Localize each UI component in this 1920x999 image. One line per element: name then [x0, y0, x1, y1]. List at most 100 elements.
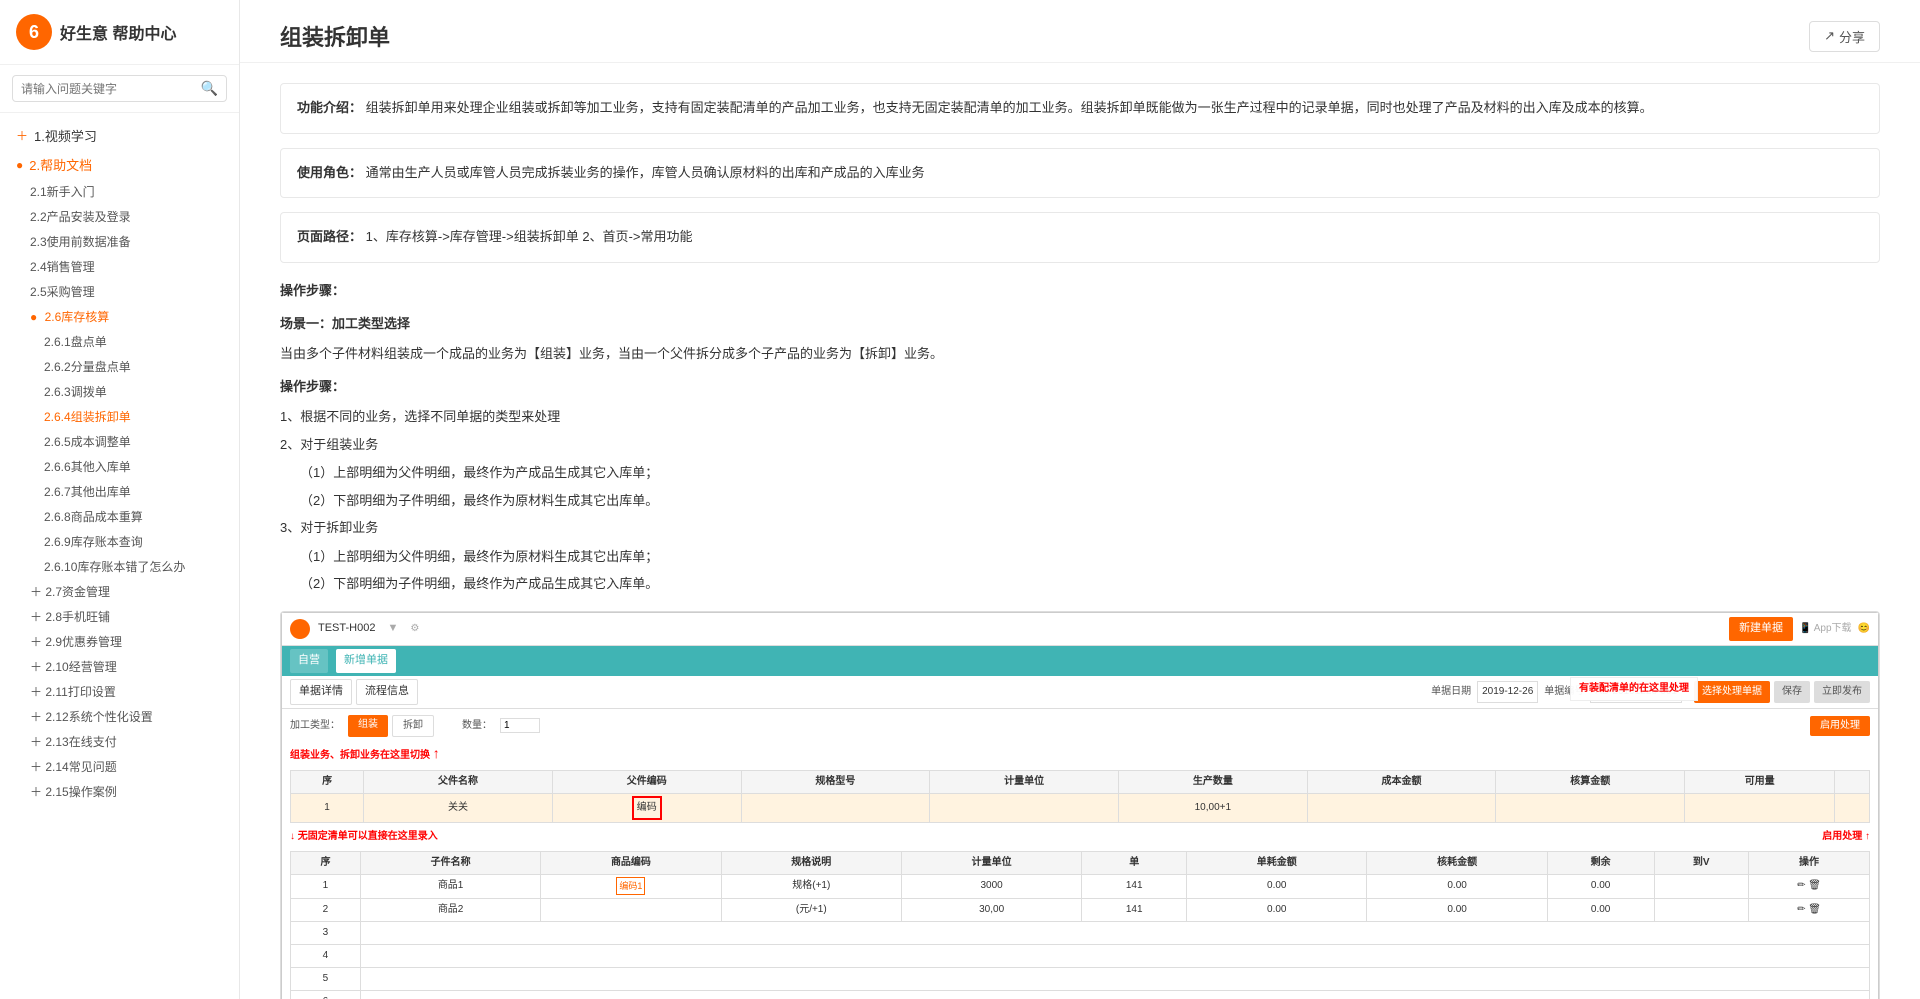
share-icon: ↗	[1824, 28, 1835, 44]
plus-icon-3: ＋	[30, 610, 42, 624]
sidebar-item-custom[interactable]: ＋ 2.12系统个性化设置	[0, 704, 239, 729]
mock-disassemble-btn[interactable]: 拆卸	[392, 715, 434, 737]
mock-child-annotation-area: ↓ 无固定清单可以直接在这里录入 启用处理 ↑	[290, 827, 1870, 847]
mock-single-date-label: 单据日期	[1431, 683, 1471, 701]
sidebar-item-cost-adjust[interactable]: 2.6.5成本调整单	[0, 429, 239, 454]
brand-name: 好生意 帮助中心	[60, 20, 176, 44]
search-input[interactable]	[21, 82, 201, 96]
mock-col-available: 可用量	[1685, 770, 1835, 793]
plus-icon-2: ＋	[30, 585, 42, 599]
sidebar-item-ops[interactable]: ＋ 2.10经营管理	[0, 654, 239, 679]
mock-type-select: 组装 拆卸	[348, 715, 434, 737]
sidebar-item-install[interactable]: 2.2产品安装及登录	[0, 204, 239, 229]
ops-steps-title: 操作步骤：	[280, 375, 1880, 398]
mock-col-calc: 核算金额	[1496, 770, 1685, 793]
annotation-no-fixed: ↓ 无固定清单可以直接在这里录入	[290, 827, 1822, 847]
func-intro-block: 功能介绍： 组装拆卸单用来处理企业组装或拆卸等加工业务，支持有固定装配清单的产品…	[280, 83, 1880, 134]
mock-ui: TEST-H002 ▼ ⚙ 新建单据 📱 App下载 😊 自营 新增单据	[281, 612, 1879, 999]
sidebar-item-coupon[interactable]: ＋ 2.9优惠券管理	[0, 629, 239, 654]
share-button[interactable]: ↗ 分享	[1809, 21, 1880, 52]
article-content: 功能介绍： 组装拆卸单用来处理企业组装或拆卸等加工业务，支持有固定装配清单的产品…	[240, 63, 1920, 999]
annotation-enable: 启用处理 ↑	[1822, 827, 1870, 847]
mock-company: TEST-H002	[318, 619, 375, 639]
mock-doc-id-value: AD-20191226-001	[1590, 681, 1682, 703]
mock-app-logo	[290, 619, 310, 639]
sidebar-item-help-docs[interactable]: ● 2.帮助文档	[0, 150, 239, 179]
path-block: 页面路径： 1、库存核算->库存管理->组装拆卸单 2、首页->常用功能	[280, 212, 1880, 263]
mock-sub-tab-flow[interactable]: 流程信息	[356, 679, 418, 705]
sidebar-item-partial-stocktake[interactable]: 2.6.2分量盘点单	[0, 354, 239, 379]
role-text: 通常由生产人员或库管人员完成拆装业务的操作，库管人员确认原材料的出库和产成品的入…	[366, 165, 925, 180]
mock-parent-area: 组装业务、拆卸业务在这里切换 ↑	[290, 741, 1870, 766]
table-row: 1 商品1 编码1 规格(+1) 3000 141 0.00 0.00 0.00	[291, 874, 1870, 898]
search-icon[interactable]: 🔍	[201, 80, 218, 97]
mock-col-spec: 规格型号	[741, 770, 930, 793]
sidebar-item-print[interactable]: ＋ 2.11打印设置	[0, 679, 239, 704]
mock-parent-table: 序 父件名称 父件编码 规格型号 计量单位 生产数量 成本金额 核算金额 可用量	[290, 770, 1870, 823]
mock-qty-input[interactable]	[500, 718, 540, 733]
sidebar-item-purchase[interactable]: 2.5采购管理	[0, 279, 239, 304]
mock-type-label: 加工类型：	[290, 717, 340, 735]
func-intro-label: 功能介绍：	[297, 100, 362, 115]
mock-publish-btn[interactable]: 立即发布	[1814, 681, 1870, 703]
plus-icon-9: ＋	[30, 760, 42, 774]
sidebar-item-assembly[interactable]: 2.6.4组装拆卸单	[0, 404, 239, 429]
step2-1: （1）上部明细为父件明细，最终作为产成品生成其它入库单；	[300, 461, 1880, 484]
mock-tab-new-doc[interactable]: 新增单据	[336, 649, 396, 673]
sidebar-item-mobile[interactable]: ＋ 2.8手机旺铺	[0, 604, 239, 629]
mock-new-doc-btn[interactable]: 新建单据	[1729, 617, 1793, 641]
table-row: 3	[291, 921, 1870, 944]
logo-area: 6 好生意 帮助中心	[0, 0, 239, 65]
sidebar-item-transfer[interactable]: 2.6.3调拨单	[0, 379, 239, 404]
table-row: 4	[291, 944, 1870, 967]
plus-icon-8: ＋	[30, 735, 42, 749]
sidebar-item-faq[interactable]: ＋ 2.14常见问题	[0, 754, 239, 779]
sidebar-item-other-out[interactable]: 2.6.7其他出库单	[0, 479, 239, 504]
mock-col-cost: 成本金额	[1307, 770, 1496, 793]
step1: 1、根据不同的业务，选择不同单据的类型来处理	[280, 405, 1880, 428]
mock-save-btn[interactable]: 保存	[1774, 681, 1810, 703]
sidebar-item-inventory[interactable]: ● 2.6库存核算	[0, 304, 239, 329]
mock-col-action	[1835, 770, 1870, 793]
sidebar-item-cases[interactable]: ＋ 2.15操作案例	[0, 779, 239, 804]
mock-assemble-btn[interactable]: 组装	[348, 715, 388, 737]
mock-sub-tab-detail[interactable]: 单据详情	[290, 679, 352, 705]
table-row: 5	[291, 967, 1870, 990]
app-logo: 6	[16, 14, 52, 50]
mock-col-parent-name: 父件名称	[364, 770, 553, 793]
sidebar-item-sales[interactable]: 2.4销售管理	[0, 254, 239, 279]
mock-top-bar: TEST-H002 ▼ ⚙ 新建单据 📱 App下载 😊	[282, 613, 1878, 646]
path-label: 页面路径：	[297, 229, 362, 244]
nav-tree: ＋ 1.视频学习 ● 2.帮助文档 2.1新手入门 2.2产品安装及登录 2.3…	[0, 113, 239, 999]
table-row: 2 商品2 (元/+1) 30,00 141 0.00 0.00 0.00	[291, 898, 1870, 921]
sidebar-item-video-learning[interactable]: ＋ 1.视频学习	[0, 121, 239, 150]
mock-tab-self[interactable]: 自营	[290, 649, 328, 673]
search-area: 🔍	[0, 65, 239, 113]
scene1-title: 场景一：加工类型选择	[280, 312, 1880, 335]
sidebar-item-data-prep[interactable]: 2.3使用前数据准备	[0, 229, 239, 254]
plus-icon-5: ＋	[30, 660, 42, 674]
mock-process-btn[interactable]: 选择处理单据	[1694, 681, 1770, 703]
sidebar: 6 好生意 帮助中心 🔍 ＋ 1.视频学习 ● 2.帮助文档 2.1新手入门 2…	[0, 0, 240, 999]
table-row: 1 关关 编码 10,00+1	[291, 793, 1870, 822]
role-label: 使用角色：	[297, 165, 362, 180]
mock-form-row-type: 加工类型： 组装 拆卸 数量： 启用处理	[290, 715, 1870, 737]
sidebar-item-stocktake[interactable]: 2.6.1盘点单	[0, 329, 239, 354]
main-content: 组装拆卸单 ↗ 分享 功能介绍： 组装拆卸单用来处理企业组装或拆卸等加工业务，支…	[240, 0, 1920, 999]
step3-2: （2）下部明细为子件明细，最终作为产成品生成其它入库单。	[300, 572, 1880, 595]
sidebar-item-inventory-error[interactable]: 2.6.10库存账本错了怎么办	[0, 554, 239, 579]
role-block: 使用角色： 通常由生产人员或库管人员完成拆装业务的操作，库管人员确认原材料的出库…	[280, 148, 1880, 199]
mock-activate-btn[interactable]: 启用处理	[1810, 716, 1870, 736]
search-box[interactable]: 🔍	[12, 75, 227, 102]
sidebar-item-cost-recalc[interactable]: 2.6.8商品成本重算	[0, 504, 239, 529]
sidebar-item-inventory-query[interactable]: 2.6.9库存账本查询	[0, 529, 239, 554]
mock-col-seq: 序	[291, 770, 364, 793]
sidebar-item-payment[interactable]: ＋ 2.13在线支付	[0, 729, 239, 754]
screenshot-container: TEST-H002 ▼ ⚙ 新建单据 📱 App下载 😊 自营 新增单据	[280, 611, 1880, 999]
sidebar-item-beginner[interactable]: 2.1新手入门	[0, 179, 239, 204]
sidebar-item-finance[interactable]: ＋ 2.7资金管理	[0, 579, 239, 604]
scene1-desc: 当由多个子件材料组装成一个成品的业务为【组装】业务，当由一个父件拆分成多个子产品…	[280, 342, 1880, 365]
mock-col-parent-code: 父件编码	[552, 770, 741, 793]
sidebar-item-other-in[interactable]: 2.6.6其他入库单	[0, 454, 239, 479]
annotation-switch: 组装业务、拆卸业务在这里切换 ↑	[290, 741, 1870, 766]
